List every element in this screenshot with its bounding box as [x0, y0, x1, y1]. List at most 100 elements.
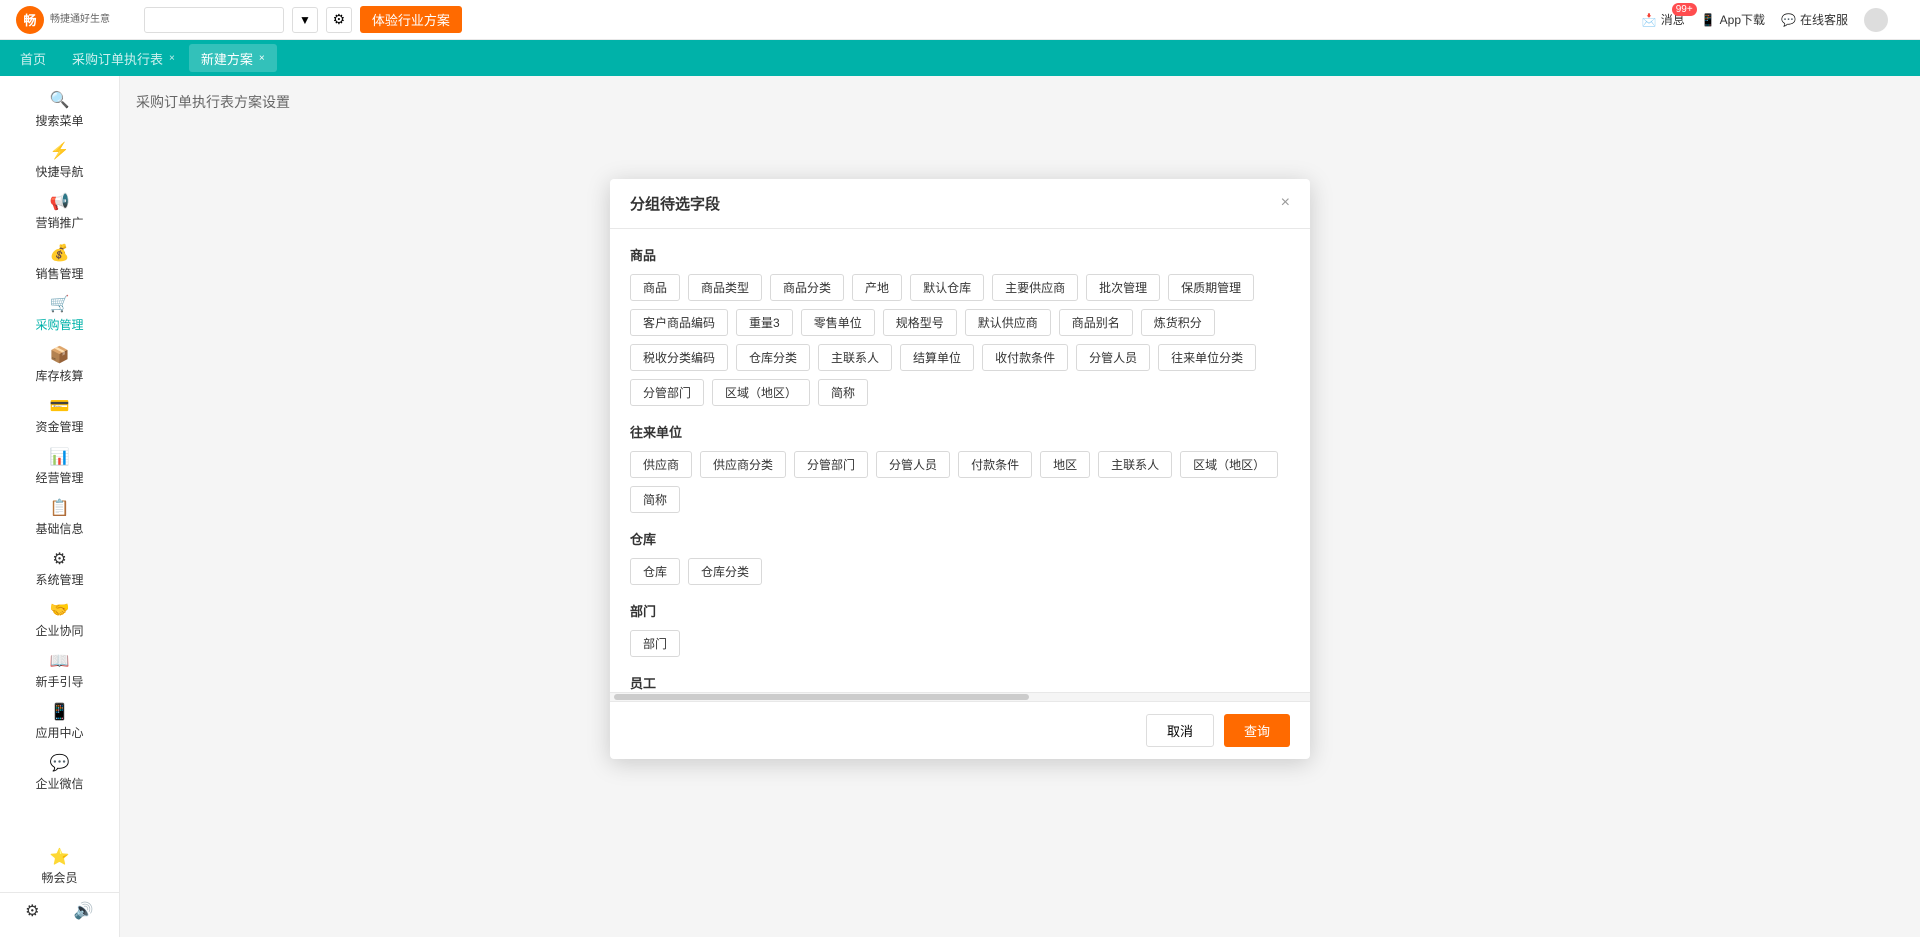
tab-purchase[interactable]: 采购订单执行表 × — [60, 44, 187, 72]
modal-header: 分组待选字段 × — [610, 179, 1310, 229]
field-tag[interactable]: 默认供应商 — [965, 309, 1051, 336]
field-tag[interactable]: 仓库分类 — [736, 344, 810, 371]
field-tag[interactable]: 往来单位分类 — [1158, 344, 1256, 371]
field-tag[interactable]: 仓库分类 — [688, 558, 762, 585]
field-tag[interactable]: 规格型号 — [883, 309, 957, 336]
bottom-sound-icon[interactable]: 🔊 — [74, 901, 94, 921]
field-tag[interactable]: 付款条件 — [958, 451, 1032, 478]
sidebar-item-finance[interactable]: 💳 资金管理 — [0, 390, 119, 441]
section-employee: 员工 业务员 — [630, 673, 1290, 692]
settings-button[interactable]: ⚙ — [326, 7, 352, 33]
cancel-button[interactable]: 取消 — [1146, 714, 1214, 747]
field-tag[interactable]: 部门 — [630, 630, 680, 657]
search-input[interactable] — [144, 7, 284, 33]
message-label: 消息 — [1661, 11, 1685, 28]
marketing-icon: 📢 — [50, 192, 70, 212]
sidebar-item-purchase[interactable]: 🛒 采购管理 — [0, 288, 119, 339]
tab-new-plan[interactable]: 新建方案 × — [189, 44, 277, 72]
sidebar-item-newbie[interactable]: 📖 新手引导 — [0, 645, 119, 696]
field-tag[interactable]: 地区 — [1040, 451, 1090, 478]
app-center-icon: 📱 — [50, 702, 70, 722]
section-department: 部门 部门 — [630, 601, 1290, 657]
field-tag[interactable]: 分管人员 — [876, 451, 950, 478]
section-partner-title: 往来单位 — [630, 422, 1290, 441]
confirm-button[interactable]: 查询 — [1224, 714, 1290, 747]
app-download-icon: 📱 — [1701, 13, 1716, 27]
logo-text: 畅捷通好生意 — [50, 14, 110, 26]
field-tag[interactable]: 简称 — [818, 379, 868, 406]
sidebar-item-marketing[interactable]: 📢 营销推广 — [0, 186, 119, 237]
field-tag[interactable]: 炼货积分 — [1141, 309, 1215, 336]
sidebar-item-search[interactable]: 🔍 搜索菜单 — [0, 84, 119, 135]
section-employee-title: 员工 — [630, 673, 1290, 692]
dropdown-button[interactable]: ▼ — [292, 7, 318, 33]
sidebar-item-inventory[interactable]: 📦 库存核算 — [0, 339, 119, 390]
field-tag[interactable]: 结算单位 — [900, 344, 974, 371]
modal-overlay: 畅 畅捷通好生意 ▼ ⚙ 体验行业方案 📩 消息 99+ 📱 App下载 💬 — [0, 0, 1920, 937]
scrollbar-thumb-h[interactable] — [614, 694, 1029, 700]
section-department-title: 部门 — [630, 601, 1290, 620]
sidebar-item-enterprise[interactable]: 🤝 企业协同 — [0, 594, 119, 645]
field-tag[interactable]: 区域（地区） — [712, 379, 810, 406]
field-tag[interactable]: 主联系人 — [1098, 451, 1172, 478]
field-tag[interactable]: 产地 — [852, 274, 902, 301]
field-tag[interactable]: 分管部门 — [630, 379, 704, 406]
online-service[interactable]: 💬 在线客服 — [1781, 11, 1848, 28]
section-warehouse-title: 仓库 — [630, 529, 1290, 548]
field-tag[interactable]: 商品分类 — [770, 274, 844, 301]
field-tag[interactable]: 主要供应商 — [992, 274, 1078, 301]
sidebar-item-system[interactable]: ⚙ 系统管理 — [0, 543, 119, 594]
system-icon: ⚙ — [52, 549, 66, 569]
operations-icon: 📊 — [50, 447, 70, 467]
modal-title: 分组待选字段 — [630, 193, 720, 214]
app-download[interactable]: 📱 App下载 — [1701, 11, 1765, 28]
field-tag[interactable]: 重量3 — [736, 309, 793, 336]
field-tag[interactable]: 供应商 — [630, 451, 692, 478]
field-tag[interactable]: 简称 — [630, 486, 680, 513]
sidebar-item-sales[interactable]: 💰 销售管理 — [0, 237, 119, 288]
wecom-icon: 💬 — [50, 753, 70, 773]
field-tag[interactable]: 保质期管理 — [1168, 274, 1254, 301]
field-tag[interactable]: 批次管理 — [1086, 274, 1160, 301]
search-icon: 🔍 — [50, 90, 70, 110]
sidebar-item-appcenter[interactable]: 📱 应用中心 — [0, 696, 119, 747]
section-product-title: 商品 — [630, 245, 1290, 264]
field-tag[interactable]: 默认仓库 — [910, 274, 984, 301]
purchase-icon: 🛒 — [50, 294, 70, 314]
tab-close-new-plan[interactable]: × — [259, 53, 265, 64]
field-tag[interactable]: 商品类型 — [688, 274, 762, 301]
field-tag[interactable]: 商品 — [630, 274, 680, 301]
message-icon: 📩 — [1642, 13, 1657, 27]
modal-close-button[interactable]: × — [1281, 194, 1290, 212]
tab-close-purchase[interactable]: × — [169, 53, 175, 64]
tab-home[interactable]: 首页 — [8, 44, 58, 72]
avatar — [1864, 8, 1888, 32]
field-tag[interactable]: 分管人员 — [1076, 344, 1150, 371]
sales-icon: 💰 — [50, 243, 70, 263]
field-tag[interactable]: 收付款条件 — [982, 344, 1068, 371]
section-warehouse-fields: 仓库 仓库分类 — [630, 558, 1290, 585]
bottom-settings-icon[interactable]: ⚙ — [25, 901, 39, 921]
sidebar-item-vip[interactable]: ⭐ 畅会员 — [0, 841, 119, 892]
field-tag[interactable]: 税收分类编码 — [630, 344, 728, 371]
field-tag[interactable]: 区域（地区） — [1180, 451, 1278, 478]
field-tag[interactable]: 仓库 — [630, 558, 680, 585]
field-tag[interactable]: 商品别名 — [1059, 309, 1133, 336]
sidebar-item-wecom[interactable]: 💬 企业微信 — [0, 747, 119, 798]
field-tag[interactable]: 分管部门 — [794, 451, 868, 478]
field-tag[interactable]: 供应商分类 — [700, 451, 786, 478]
service-icon: 💬 — [1781, 13, 1796, 27]
vip-icon: ⭐ — [50, 847, 70, 867]
horizontal-scrollbar[interactable] — [610, 692, 1310, 701]
page-title: 采购订单执行表方案设置 — [136, 92, 1904, 112]
logo-icon: 畅 — [16, 6, 44, 34]
quick-nav-icon: ⚡ — [50, 141, 70, 161]
field-tag[interactable]: 主联系人 — [818, 344, 892, 371]
field-tag[interactable]: 客户商品编码 — [630, 309, 728, 336]
sidebar-item-operations[interactable]: 📊 经营管理 — [0, 441, 119, 492]
sidebar-item-quicknav[interactable]: ⚡ 快捷导航 — [0, 135, 119, 186]
sidebar-item-basic[interactable]: 📋 基础信息 — [0, 492, 119, 543]
section-partner: 往来单位 供应商 供应商分类 分管部门 分管人员 付款条件 地区 主联系人 区域… — [630, 422, 1290, 513]
field-tag[interactable]: 零售单位 — [801, 309, 875, 336]
experience-button[interactable]: 体验行业方案 — [360, 6, 462, 33]
